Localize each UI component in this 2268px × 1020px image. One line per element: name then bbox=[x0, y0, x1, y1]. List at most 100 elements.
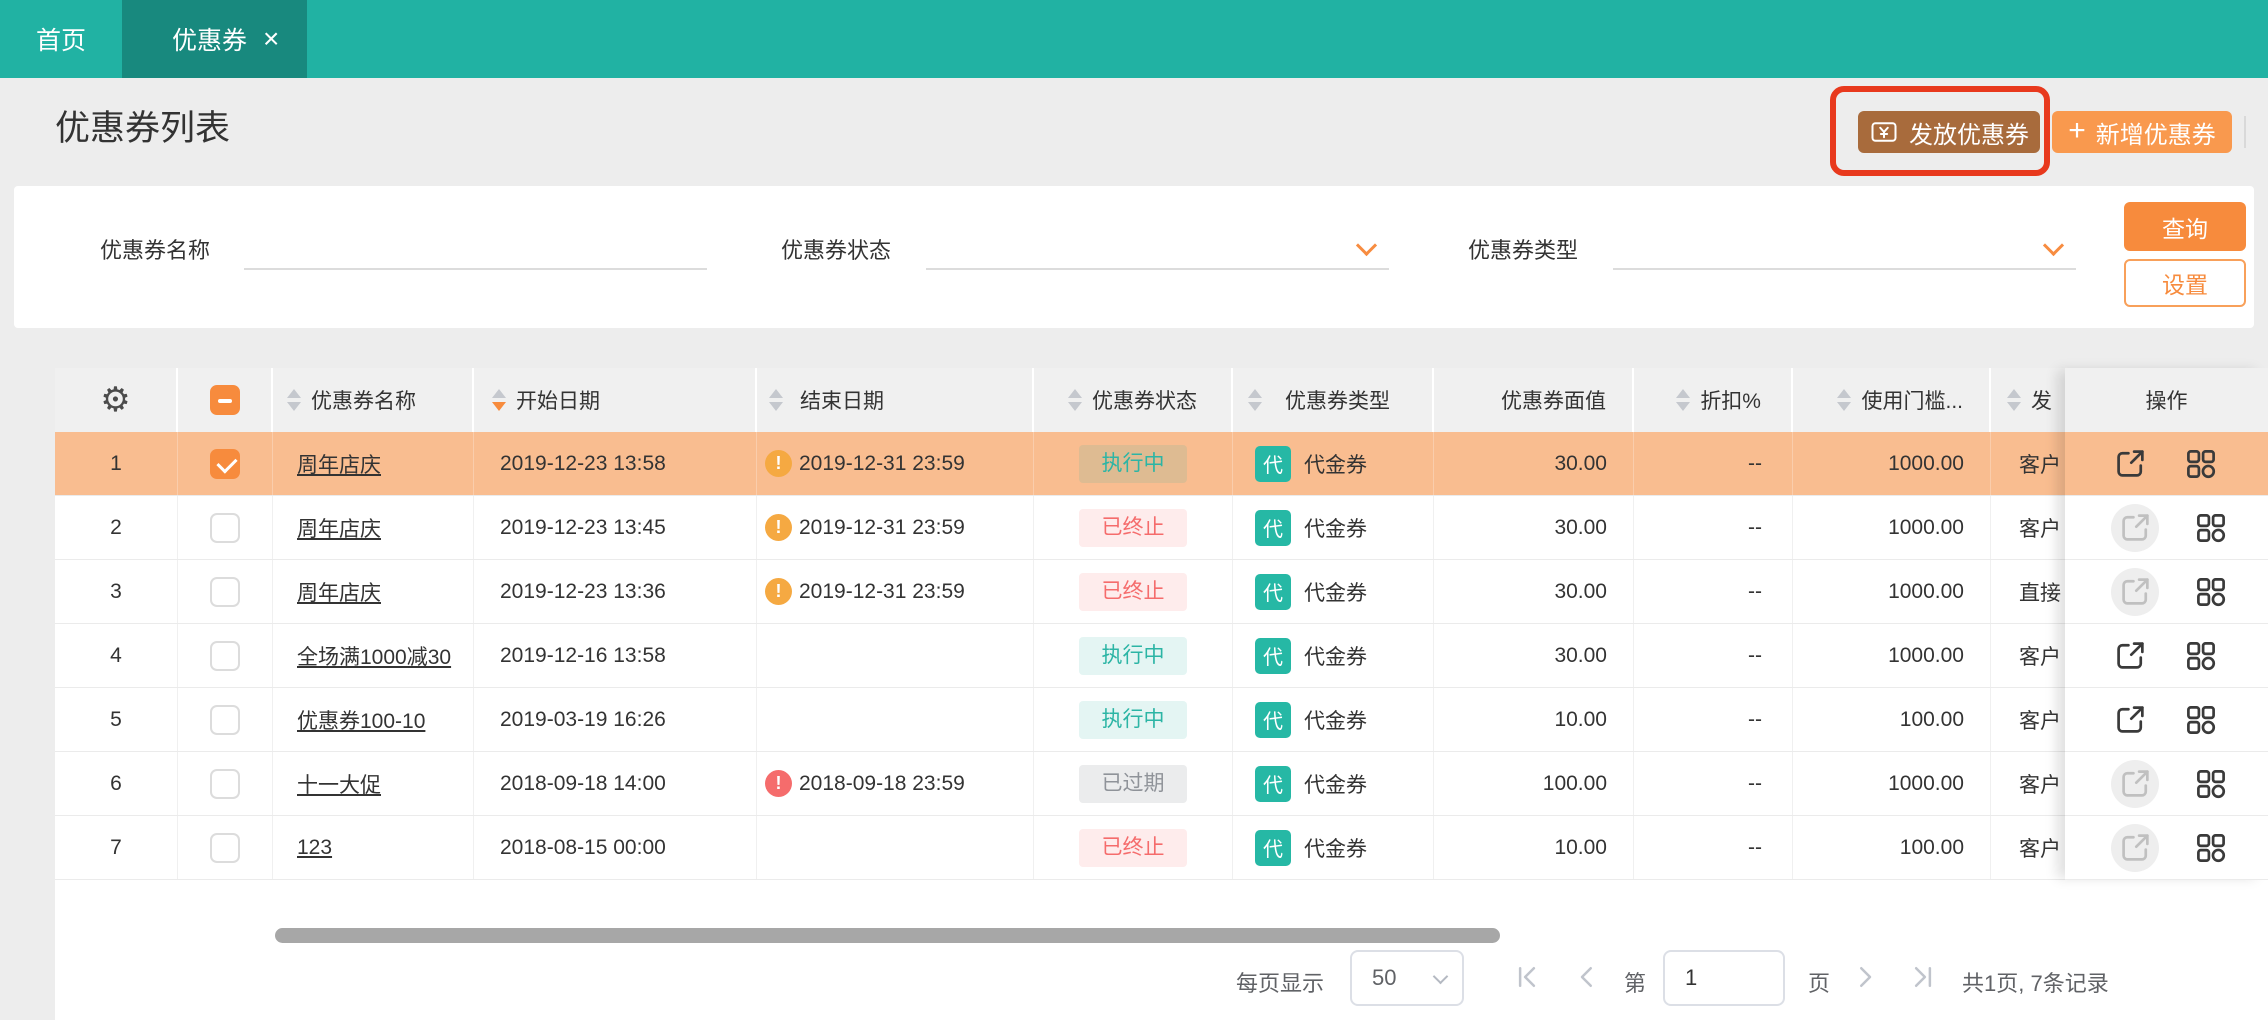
type-cell: 代 代金券 bbox=[1233, 624, 1434, 687]
threshold-cell: 1000.00 bbox=[1793, 560, 1991, 623]
more-actions-button[interactable] bbox=[2193, 830, 2229, 866]
header-start-date[interactable]: 开始日期 bbox=[474, 368, 757, 432]
first-page-button[interactable] bbox=[1512, 962, 1542, 992]
status-badge: 执行中 bbox=[1079, 700, 1187, 739]
header-discount[interactable]: 折扣% bbox=[1634, 368, 1793, 432]
more-actions-button[interactable] bbox=[2183, 638, 2219, 674]
more-actions-button[interactable] bbox=[2193, 766, 2229, 802]
warning-icon: ! bbox=[765, 450, 792, 477]
ops-row bbox=[2065, 432, 2268, 496]
more-actions-button[interactable] bbox=[2193, 574, 2229, 610]
start-date-cell: 2019-03-19 16:26 bbox=[474, 688, 757, 751]
sort-icon-desc-active[interactable] bbox=[492, 389, 506, 411]
ops-row bbox=[2065, 816, 2268, 880]
select-all-checkbox[interactable] bbox=[178, 368, 273, 432]
share-button[interactable] bbox=[2111, 701, 2149, 739]
share-button[interactable] bbox=[2111, 759, 2159, 808]
share-button[interactable] bbox=[2111, 503, 2159, 552]
filter-panel: 优惠券名称 优惠券状态 优惠券类型 查询 设置 bbox=[14, 186, 2254, 328]
coupon-type-label: 代金券 bbox=[1304, 645, 1367, 669]
threshold-cell: 100.00 bbox=[1793, 688, 1991, 751]
page-number-input[interactable] bbox=[1663, 950, 1785, 1006]
dispatch-value: 客户 bbox=[2019, 837, 2061, 861]
per-page-select[interactable]: 50 bbox=[1350, 950, 1464, 1006]
coupon-name-link[interactable]: 优惠券100-10 bbox=[297, 705, 425, 735]
row-checkbox[interactable] bbox=[210, 640, 240, 671]
warning-icon: ! bbox=[765, 578, 792, 605]
last-page-button[interactable] bbox=[1908, 962, 1938, 992]
coupon-status-select[interactable] bbox=[926, 226, 1389, 270]
end-date-cell bbox=[757, 688, 1034, 751]
sort-icon[interactable] bbox=[1068, 389, 1082, 411]
share-button[interactable] bbox=[2111, 445, 2149, 483]
sort-icon[interactable] bbox=[1676, 389, 1691, 411]
threshold-cell: 100.00 bbox=[1793, 816, 1991, 879]
type-cell: 代 代金券 bbox=[1233, 560, 1434, 623]
row-checkbox[interactable] bbox=[210, 768, 240, 799]
sort-icon[interactable] bbox=[2007, 389, 2021, 411]
search-button[interactable]: 查询 bbox=[2124, 202, 2246, 251]
row-index: 7 bbox=[110, 835, 122, 859]
more-actions-button[interactable] bbox=[2183, 702, 2219, 738]
coupon-type-select[interactable] bbox=[1613, 226, 2076, 270]
header-threshold[interactable]: 使用门槛... bbox=[1793, 368, 1991, 432]
next-page-button[interactable] bbox=[1850, 962, 1880, 992]
share-button[interactable] bbox=[2111, 823, 2159, 872]
share-icon bbox=[2117, 705, 2144, 733]
row-index: 4 bbox=[110, 643, 122, 667]
row-checkbox[interactable] bbox=[210, 576, 240, 607]
header-coupon-status[interactable]: 优惠券状态 bbox=[1034, 368, 1233, 432]
sort-icon[interactable] bbox=[287, 389, 301, 411]
coupon-name-link[interactable]: 123 bbox=[297, 836, 332, 860]
add-coupon-button[interactable]: + 新增优惠券 bbox=[2052, 111, 2232, 153]
status-cell: 执行中 bbox=[1034, 432, 1233, 495]
header-label: 优惠券名称 bbox=[311, 390, 416, 413]
header-coupon-name[interactable]: 优惠券名称 bbox=[273, 368, 474, 432]
coupon-name-input[interactable] bbox=[244, 226, 707, 270]
row-checkbox[interactable] bbox=[210, 448, 240, 479]
discount-value: -- bbox=[1748, 451, 1762, 475]
horizontal-scrollbar-thumb[interactable] bbox=[275, 928, 1500, 943]
header-end-date[interactable]: 结束日期 bbox=[757, 368, 1034, 432]
tab-home[interactable]: 首页 bbox=[0, 0, 122, 78]
type-cell: 代 代金券 bbox=[1233, 752, 1434, 815]
sort-icon[interactable] bbox=[769, 389, 783, 411]
row-checkbox[interactable] bbox=[210, 832, 240, 863]
chevron-down-icon bbox=[1432, 968, 1449, 985]
coupon-name-link[interactable]: 周年店庆 bbox=[297, 577, 381, 607]
issue-coupon-button[interactable]: 发放优惠券 bbox=[1858, 111, 2040, 153]
value-cell: 30.00 bbox=[1434, 432, 1634, 495]
coupon-type-label: 代金券 bbox=[1304, 773, 1367, 797]
row-checkbox[interactable] bbox=[210, 704, 240, 735]
more-actions-button[interactable] bbox=[2183, 446, 2219, 482]
prev-page-button[interactable] bbox=[1572, 962, 1602, 992]
header-coupon-value[interactable]: 优惠券面值 bbox=[1434, 368, 1634, 432]
column-settings-button[interactable]: ⚙ bbox=[55, 368, 178, 432]
grid-icon bbox=[2187, 705, 2216, 734]
type-cell: 代 代金券 bbox=[1233, 496, 1434, 559]
grid-icon bbox=[2197, 833, 2226, 862]
more-actions-button[interactable] bbox=[2193, 510, 2229, 546]
end-date: 2019-12-31 23:59 bbox=[799, 451, 965, 475]
sort-icon[interactable] bbox=[1837, 389, 1852, 411]
end-date: 2018-09-18 23:59 bbox=[799, 771, 965, 795]
coupon-name-link[interactable]: 周年店庆 bbox=[297, 513, 381, 543]
settings-button[interactable]: 设置 bbox=[2124, 259, 2246, 307]
sort-icon[interactable] bbox=[1248, 389, 1262, 411]
coupon-value: 30.00 bbox=[1554, 451, 1607, 475]
coupon-name-link[interactable]: 周年店庆 bbox=[297, 449, 381, 479]
row-checkbox[interactable] bbox=[210, 512, 240, 543]
table-row: 7 123 2018-08-15 00:00 已终止 代 代金券 10.00 -… bbox=[55, 816, 2268, 880]
start-date-cell: 2019-12-16 13:58 bbox=[474, 624, 757, 687]
start-date-cell: 2019-12-23 13:36 bbox=[474, 560, 757, 623]
start-date: 2019-12-16 13:58 bbox=[500, 643, 666, 667]
tab-coupon[interactable]: 优惠券 × bbox=[122, 0, 308, 78]
tab-close-icon[interactable]: × bbox=[263, 25, 279, 53]
coupon-name-link[interactable]: 全场满1000减30 bbox=[297, 641, 451, 671]
header-coupon-type[interactable]: 优惠券类型 bbox=[1233, 368, 1434, 432]
issue-coupon-label: 发放优惠券 bbox=[1909, 121, 2029, 149]
coupon-name-link[interactable]: 十一大促 bbox=[297, 769, 381, 799]
share-button[interactable] bbox=[2111, 567, 2159, 616]
discount-cell: -- bbox=[1634, 688, 1793, 751]
share-button[interactable] bbox=[2111, 637, 2149, 675]
